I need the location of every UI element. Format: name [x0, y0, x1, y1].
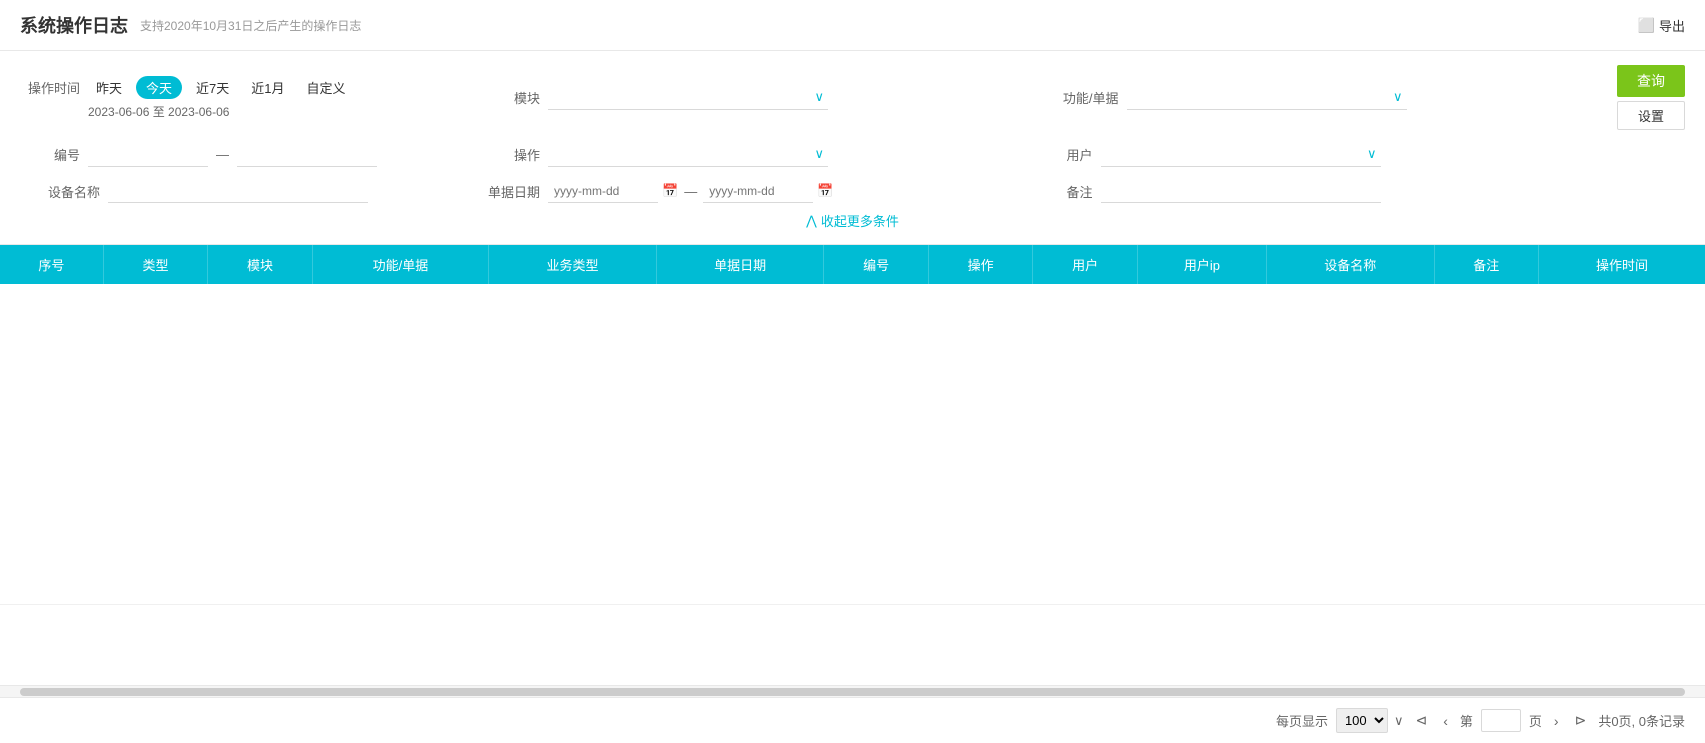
- table-col-功能/单据: 功能/单据: [312, 245, 488, 284]
- time-btn-today[interactable]: 今天: [136, 76, 182, 99]
- time-btn-7days[interactable]: 近7天: [188, 76, 237, 99]
- no-label: 编号: [20, 145, 80, 164]
- func-label: 功能/单据: [1059, 88, 1119, 107]
- user-dropdown-icon: ∨: [1367, 146, 1377, 162]
- time-range-display: 2023-06-06 至 2023-06-06: [20, 103, 229, 120]
- module-dropdown-icon: ∨: [814, 89, 824, 105]
- first-page-button[interactable]: ⊲: [1411, 710, 1431, 731]
- func-dropdown-icon: ∨: [1393, 89, 1403, 105]
- time-btn-1month[interactable]: 近1月: [243, 76, 292, 99]
- date-label: 单据日期: [480, 182, 540, 201]
- table-col-设备名称: 设备名称: [1266, 245, 1434, 284]
- scrollbar-thumb[interactable]: [20, 688, 1685, 696]
- table-col-业务类型: 业务类型: [489, 245, 657, 284]
- table-header: 序号类型模块功能/单据业务类型单据日期编号操作用户用户ip设备名称备注操作时间: [0, 245, 1705, 284]
- table-col-备注: 备注: [1434, 245, 1538, 284]
- time-btn-custom[interactable]: 自定义: [299, 76, 354, 99]
- date-from-input[interactable]: [548, 180, 658, 203]
- prev-page-button[interactable]: ‹: [1439, 711, 1452, 731]
- module-label: 模块: [480, 88, 540, 107]
- table-col-编号: 编号: [824, 245, 928, 284]
- table-col-用户ip: 用户ip: [1137, 245, 1266, 284]
- empty-state: [8, 294, 1697, 594]
- export-button[interactable]: ⬜ 导出: [1638, 16, 1685, 35]
- page-number-input[interactable]: 1: [1481, 709, 1521, 732]
- time-btn-yesterday[interactable]: 昨天: [88, 76, 130, 99]
- table-col-操作时间: 操作时间: [1539, 245, 1705, 284]
- calendar-from-icon[interactable]: 📅: [662, 183, 678, 199]
- op-dropdown-icon: ∨: [814, 146, 824, 162]
- op-label: 操作: [480, 145, 540, 164]
- device-input[interactable]: [108, 179, 368, 203]
- page-subtitle: 支持2020年10月31日之后产生的操作日志: [140, 17, 361, 34]
- query-button[interactable]: 查询: [1617, 65, 1685, 97]
- total-records: 共0页, 0条记录: [1598, 711, 1685, 730]
- user-label: 用户: [1033, 145, 1093, 164]
- page-suffix: 页: [1529, 711, 1542, 730]
- table-col-操作: 操作: [928, 245, 1032, 284]
- table-col-模块: 模块: [208, 245, 312, 284]
- user-select[interactable]: ∨: [1101, 142, 1381, 167]
- op-select[interactable]: ∨: [548, 142, 828, 167]
- page-label: 第: [1460, 711, 1473, 730]
- per-page-select[interactable]: 100 20 50 200: [1336, 708, 1388, 733]
- horizontal-scrollbar[interactable]: [0, 685, 1705, 697]
- no-from-input[interactable]: [88, 143, 208, 167]
- date-to-input[interactable]: [703, 180, 813, 203]
- settings-button[interactable]: 设置: [1617, 101, 1685, 130]
- table-col-序号: 序号: [0, 245, 103, 284]
- module-select[interactable]: ∨: [548, 85, 828, 110]
- per-page-label: 每页显示: [1276, 711, 1328, 730]
- device-label: 设备名称: [20, 182, 100, 201]
- remark-input[interactable]: [1101, 179, 1381, 203]
- per-page-dropdown-arrow: ∨: [1394, 713, 1404, 729]
- export-icon: ⬜: [1638, 17, 1655, 34]
- collapse-button[interactable]: ⋀ 收起更多条件: [806, 211, 899, 230]
- next-page-button[interactable]: ›: [1550, 711, 1563, 731]
- table-col-用户: 用户: [1033, 245, 1137, 284]
- table-body: [0, 284, 1705, 605]
- no-to-input[interactable]: [237, 143, 377, 167]
- remark-label: 备注: [1033, 182, 1093, 201]
- func-select[interactable]: ∨: [1127, 85, 1407, 110]
- calendar-to-icon[interactable]: 📅: [817, 183, 833, 199]
- table-col-单据日期: 单据日期: [656, 245, 824, 284]
- table-col-类型: 类型: [103, 245, 207, 284]
- date-dash: —: [678, 184, 703, 199]
- last-page-button[interactable]: ⊳: [1571, 710, 1591, 731]
- collapse-icon: ⋀: [806, 213, 817, 229]
- time-label: 操作时间: [20, 78, 80, 97]
- page-title: 系统操作日志: [20, 12, 128, 38]
- no-dash: —: [208, 147, 237, 162]
